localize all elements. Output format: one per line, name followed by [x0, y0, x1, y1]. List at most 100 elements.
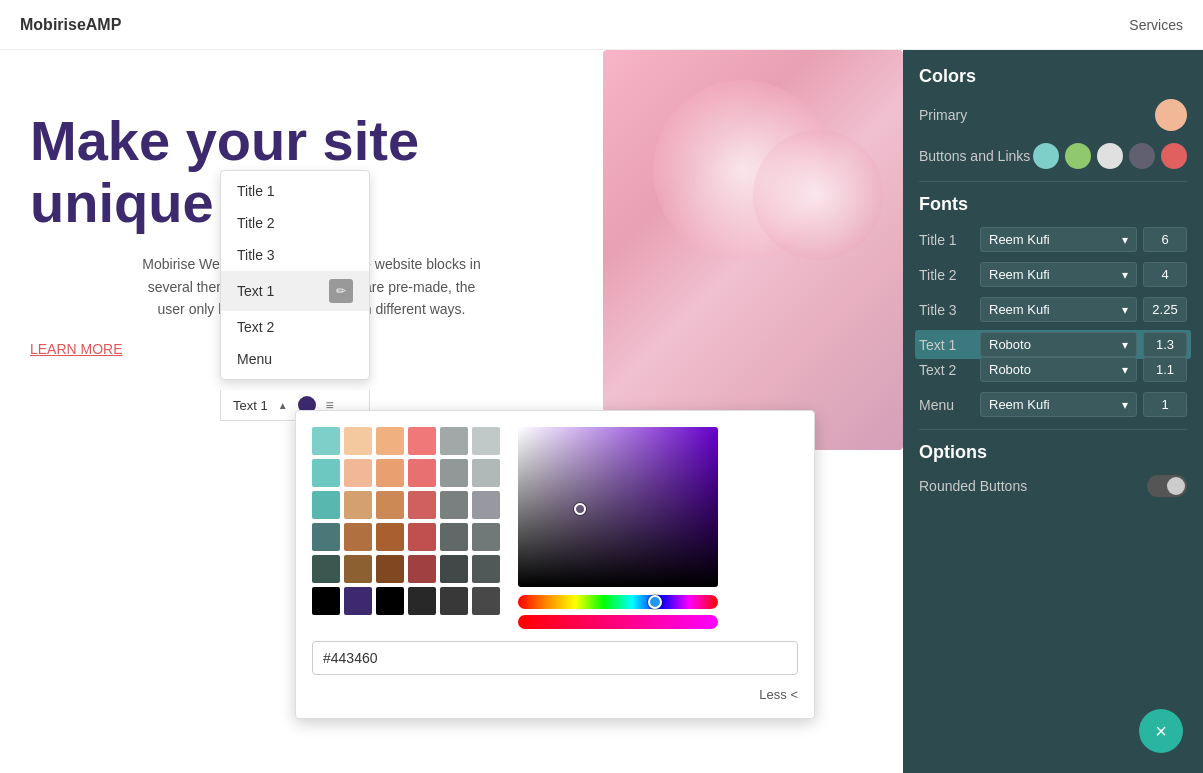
- primary-color-circle[interactable]: [1155, 99, 1187, 131]
- color-picker-panel: Less <: [295, 410, 815, 719]
- bar-arrow-up: ▲: [278, 400, 288, 411]
- divider-colors-fonts: [919, 181, 1187, 182]
- edit-icon[interactable]: ✏: [329, 279, 353, 303]
- color-swatch[interactable]: [312, 459, 340, 487]
- color-swatch[interactable]: [472, 491, 500, 519]
- color-swatch[interactable]: [408, 587, 436, 615]
- divider-fonts-options: [919, 429, 1187, 430]
- color-swatch[interactable]: [408, 555, 436, 583]
- dropdown-item-text2[interactable]: Text 2: [221, 311, 369, 343]
- font-row-label: Menu: [919, 397, 974, 413]
- color-swatch[interactable]: [472, 427, 500, 455]
- top-nav: MobiriseAMP Services: [0, 0, 1203, 50]
- color-swatch[interactable]: [408, 459, 436, 487]
- close-icon: ×: [1155, 720, 1167, 743]
- color-swatch[interactable]: [472, 587, 500, 615]
- color-swatch[interactable]: [312, 491, 340, 519]
- color-option-circle[interactable]: [1161, 143, 1187, 169]
- color-picker-top: [312, 427, 798, 629]
- dropdown-item-title3[interactable]: Title 3: [221, 239, 369, 271]
- font-size-input[interactable]: 1: [1143, 392, 1187, 417]
- less-button[interactable]: Less <: [312, 687, 798, 702]
- font-row-label: Title 1: [919, 232, 974, 248]
- gradient-cursor: [574, 503, 586, 515]
- font-row: Menu Reem Kufi 1: [919, 392, 1187, 417]
- color-swatch[interactable]: [344, 555, 372, 583]
- font-select-dropdown[interactable]: Reem Kufi: [980, 227, 1137, 252]
- color-option-circle[interactable]: [1129, 143, 1155, 169]
- color-swatch[interactable]: [312, 523, 340, 551]
- font-size-input[interactable]: 2.25: [1143, 297, 1187, 322]
- font-row-label: Text 2: [919, 362, 974, 378]
- color-swatch[interactable]: [440, 491, 468, 519]
- color-swatch[interactable]: [344, 459, 372, 487]
- hero-image: [603, 50, 903, 450]
- color-swatch[interactable]: [312, 427, 340, 455]
- saturation-slider[interactable]: [518, 615, 718, 629]
- color-option-circle[interactable]: [1097, 143, 1123, 169]
- font-select-dropdown[interactable]: Reem Kufi: [980, 392, 1137, 417]
- gradient-picker[interactable]: [518, 427, 718, 587]
- color-swatch[interactable]: [344, 523, 372, 551]
- options-section: Options Rounded Buttons: [919, 442, 1187, 497]
- font-select-dropdown[interactable]: Reem Kufi: [980, 262, 1137, 287]
- color-swatch[interactable]: [472, 459, 500, 487]
- color-swatch[interactable]: [376, 459, 404, 487]
- dropdown-item-title2[interactable]: Title 2: [221, 207, 369, 239]
- color-option-circle[interactable]: [1033, 143, 1059, 169]
- font-select-dropdown[interactable]: Reem Kufi: [980, 297, 1137, 322]
- learn-more-link[interactable]: LEARN MORE: [30, 341, 123, 357]
- font-rows-container: Title 1 Reem Kufi 6 Title 2 Reem Kufi 4 …: [919, 227, 1187, 417]
- color-swatch[interactable]: [376, 491, 404, 519]
- font-size-input[interactable]: 1.3: [1143, 332, 1187, 357]
- color-option-circle[interactable]: [1065, 143, 1091, 169]
- right-panel: Colors Primary Buttons and Links Fonts T…: [903, 50, 1203, 773]
- color-swatch[interactable]: [376, 427, 404, 455]
- font-row: Text 2 Roboto 1.1: [919, 357, 1187, 382]
- hex-input-row: [312, 641, 798, 675]
- main-area: Make your site unique Mobirise Website B…: [0, 50, 1203, 773]
- color-swatches: [312, 427, 502, 629]
- hue-slider[interactable]: [518, 595, 718, 609]
- color-swatch[interactable]: [472, 523, 500, 551]
- color-swatch[interactable]: [344, 491, 372, 519]
- color-swatch[interactable]: [440, 523, 468, 551]
- color-swatch[interactable]: [344, 427, 372, 455]
- font-size-input[interactable]: 6: [1143, 227, 1187, 252]
- hex-input[interactable]: [312, 641, 798, 675]
- font-row-label: Title 3: [919, 302, 974, 318]
- font-select-dropdown[interactable]: Roboto: [980, 332, 1137, 357]
- color-swatch[interactable]: [408, 523, 436, 551]
- primary-label: Primary: [919, 107, 967, 123]
- close-fab[interactable]: ×: [1139, 709, 1183, 753]
- dropdown-item-menu[interactable]: Menu: [221, 343, 369, 375]
- color-swatch[interactable]: [472, 555, 500, 583]
- color-swatch[interactable]: [440, 587, 468, 615]
- color-swatch[interactable]: [376, 523, 404, 551]
- nav-links[interactable]: Services: [1129, 17, 1183, 33]
- colors-section-title: Colors: [919, 66, 1187, 87]
- font-row: Title 3 Reem Kufi 2.25: [919, 297, 1187, 322]
- bar-current-label: Text 1: [233, 398, 268, 413]
- font-size-input[interactable]: 1.1: [1143, 357, 1187, 382]
- chevron-down-icon: [1122, 302, 1128, 317]
- color-swatch[interactable]: [408, 427, 436, 455]
- chevron-down-icon: [1122, 362, 1128, 377]
- color-swatch[interactable]: [408, 491, 436, 519]
- colors-section: Colors Primary Buttons and Links: [919, 66, 1187, 169]
- color-swatch[interactable]: [440, 555, 468, 583]
- color-swatch[interactable]: [440, 427, 468, 455]
- color-swatch[interactable]: [344, 587, 372, 615]
- color-swatch[interactable]: [312, 587, 340, 615]
- color-swatch[interactable]: [440, 459, 468, 487]
- font-row-label: Text 1: [919, 337, 974, 353]
- color-swatch[interactable]: [312, 555, 340, 583]
- hue-thumb: [648, 595, 662, 609]
- font-select-dropdown[interactable]: Roboto: [980, 357, 1137, 382]
- rounded-buttons-toggle[interactable]: [1147, 475, 1187, 497]
- dropdown-item-text1[interactable]: Text 1 ✏: [221, 271, 369, 311]
- font-size-input[interactable]: 4: [1143, 262, 1187, 287]
- color-swatch[interactable]: [376, 555, 404, 583]
- dropdown-item-title1[interactable]: Title 1: [221, 175, 369, 207]
- color-swatch[interactable]: [376, 587, 404, 615]
